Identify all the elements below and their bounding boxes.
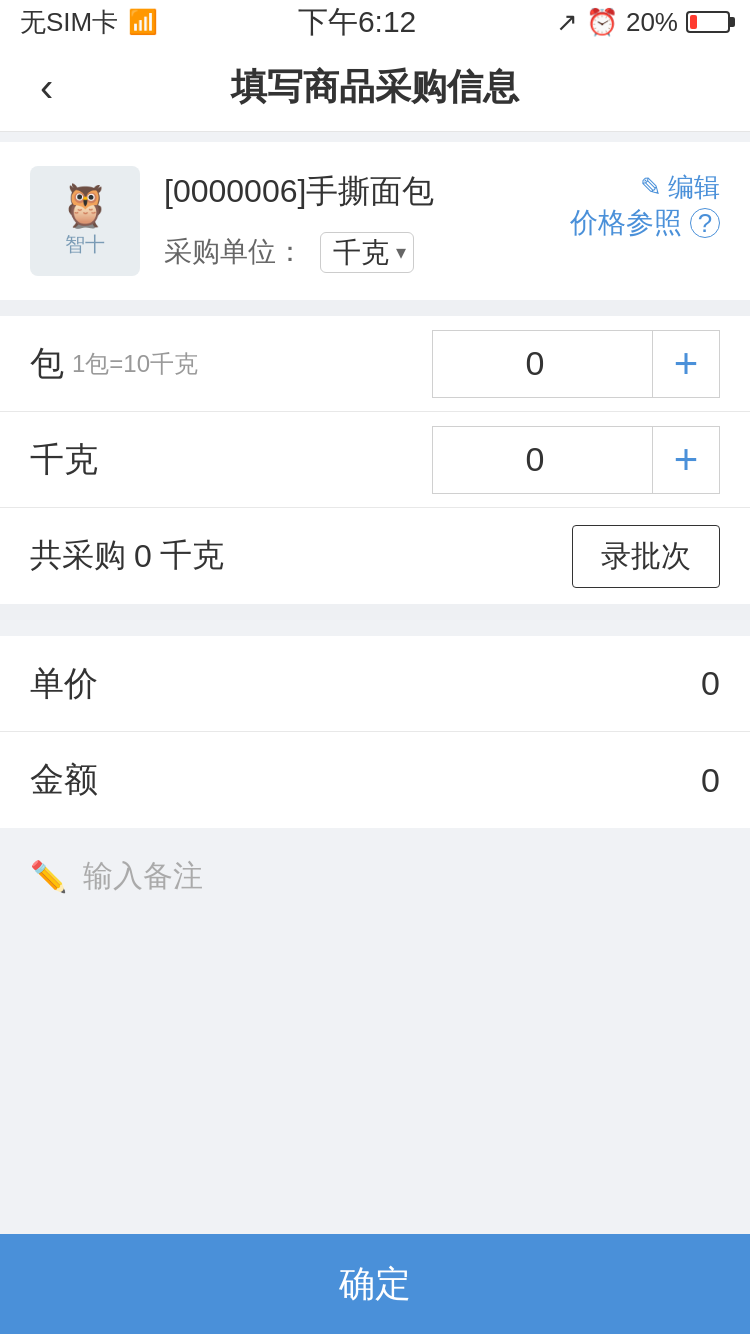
note-section[interactable]: ✏️ 输入备注: [0, 828, 750, 925]
product-card: 🦉 智十 [0000006]手撕面包 采购单位： 千克 ✎ 编辑 价格参照 ?: [0, 142, 750, 300]
price-row: 单价 0: [0, 636, 750, 732]
status-left: 无SIM卡 📶: [20, 5, 158, 40]
status-right: ↗ ⏰ 20%: [556, 7, 730, 38]
page-title: 填写商品采购信息: [231, 63, 519, 112]
edit-button[interactable]: ✎ 编辑: [640, 170, 720, 205]
battery-percent: 20%: [626, 7, 678, 38]
edit-label: 编辑: [668, 170, 720, 205]
battery-icon: [686, 11, 730, 33]
price-value: 0: [701, 664, 720, 703]
amount-label: 金额: [30, 757, 98, 803]
batch-button[interactable]: 录批次: [572, 525, 720, 588]
price-ref-help-icon[interactable]: ?: [690, 208, 720, 238]
amount-value: 0: [701, 761, 720, 800]
summary-prefix: 共采购: [30, 534, 126, 578]
note-icon: ✏️: [30, 859, 67, 894]
location-icon: ↗: [556, 7, 578, 38]
nav-bar: ‹ 填写商品采购信息: [0, 44, 750, 132]
section-divider-2: [0, 604, 750, 620]
price-section: 单价 0 金额 0: [0, 636, 750, 828]
battery-fill: [690, 15, 697, 29]
status-time: 下午6:12: [298, 2, 416, 43]
carrier-label: 无SIM卡: [20, 5, 118, 40]
price-ref-row[interactable]: 价格参照 ?: [570, 204, 720, 242]
pack-label: 包: [30, 341, 64, 387]
product-image: 🦉 智十: [30, 166, 140, 276]
product-logo-icon: 🦉: [59, 185, 111, 227]
alarm-icon: ⏰: [586, 7, 618, 38]
product-logo-text: 智十: [65, 231, 105, 258]
note-placeholder: 输入备注: [83, 856, 203, 897]
pack-input-right: +: [432, 330, 720, 398]
quantity-section: 包 1包=10千克 + 千克 +: [0, 316, 750, 508]
price-ref-label: 价格参照: [570, 204, 682, 242]
unit-label: 采购单位：: [164, 233, 304, 271]
kg-input-row: 千克 +: [0, 412, 750, 508]
wifi-icon: 📶: [128, 8, 158, 36]
kg-label: 千克: [30, 437, 98, 483]
summary-row: 共采购 0 千克 录批次: [0, 508, 750, 604]
status-bar: 无SIM卡 📶 下午6:12 ↗ ⏰ 20%: [0, 0, 750, 44]
confirm-button[interactable]: 确定: [0, 1234, 750, 1334]
pack-sublabel: 1包=10千克: [72, 348, 198, 380]
unit-select-wrap[interactable]: 千克: [320, 232, 414, 273]
summary-value: 0: [134, 538, 152, 575]
unit-select[interactable]: 千克: [320, 232, 414, 273]
amount-row: 金额 0: [0, 732, 750, 828]
price-label: 单价: [30, 661, 98, 707]
kg-qty-input[interactable]: [432, 426, 652, 494]
pack-plus-button[interactable]: +: [652, 330, 720, 398]
pack-qty-input[interactable]: [432, 330, 652, 398]
back-button[interactable]: ‹: [30, 55, 63, 120]
pack-input-row: 包 1包=10千克 +: [0, 316, 750, 412]
kg-plus-button[interactable]: +: [652, 426, 720, 494]
bottom-space: [0, 925, 750, 1225]
summary-unit: 千克: [160, 534, 224, 578]
kg-input-right: +: [432, 426, 720, 494]
edit-icon: ✎: [640, 172, 662, 203]
section-divider-1: [0, 300, 750, 316]
